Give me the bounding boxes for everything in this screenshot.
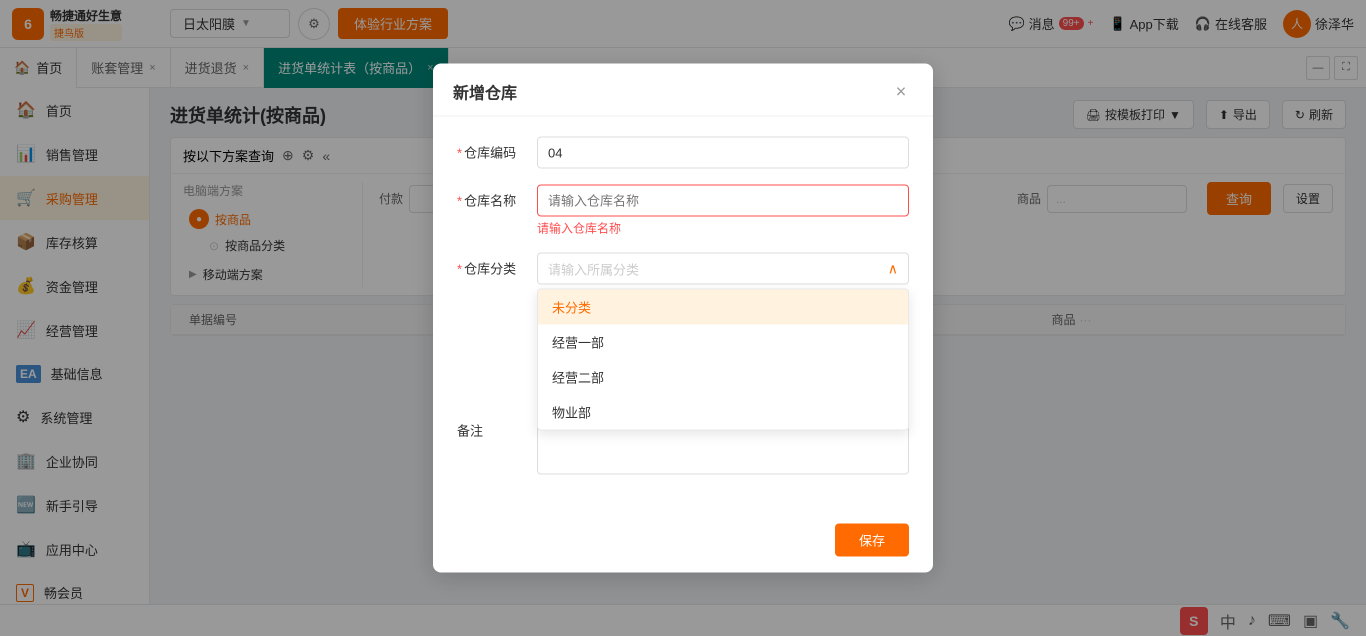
modal-title: 新增仓库 <box>453 80 517 104</box>
warehouse-category-select[interactable]: 请输入所属分类 ∧ <box>537 253 909 285</box>
dropdown-item-property[interactable]: 物业部 <box>538 395 908 430</box>
modal-body: *仓库编码 *仓库名称 请输入仓库名称 *仓库分类 请输入所属分类 <box>433 117 933 514</box>
warehouse-category-control: 请输入所属分类 ∧ 未分类 经营一部 经营二部 物业部 <box>537 253 909 285</box>
new-warehouse-modal: 新增仓库 × *仓库编码 *仓库名称 请输入仓库名称 *仓库分类 <box>433 64 933 573</box>
warehouse-code-label: *仓库编码 <box>457 137 537 162</box>
save-button[interactable]: 保存 <box>835 524 909 557</box>
warehouse-name-label: *仓库名称 <box>457 185 537 210</box>
category-placeholder: 请输入所属分类 <box>548 259 639 278</box>
warehouse-code-input[interactable] <box>537 137 909 169</box>
modal-footer: 保存 <box>433 514 933 573</box>
warehouse-category-label: *仓库分类 <box>457 253 537 278</box>
warehouse-name-error: 请输入仓库名称 <box>537 220 909 237</box>
notes-label: 备注 <box>457 415 537 440</box>
dropdown-item-ops1[interactable]: 经营一部 <box>538 325 908 360</box>
warehouse-name-control: 请输入仓库名称 <box>537 185 909 237</box>
warehouse-code-control <box>537 137 909 169</box>
modal-header: 新增仓库 × <box>433 64 933 117</box>
modal-close-button[interactable]: × <box>889 80 913 104</box>
form-row-code: *仓库编码 <box>457 137 909 169</box>
category-chevron-icon: ∧ <box>888 260 898 277</box>
form-row-name: *仓库名称 请输入仓库名称 <box>457 185 909 237</box>
form-row-category: *仓库分类 请输入所属分类 ∧ 未分类 经营一部 经营二部 物业部 <box>457 253 909 285</box>
dropdown-item-uncategorized[interactable]: 未分类 <box>538 290 908 325</box>
category-dropdown-list: 未分类 经营一部 经营二部 物业部 <box>537 289 909 431</box>
dropdown-item-ops2[interactable]: 经营二部 <box>538 360 908 395</box>
warehouse-name-input[interactable] <box>537 185 909 217</box>
